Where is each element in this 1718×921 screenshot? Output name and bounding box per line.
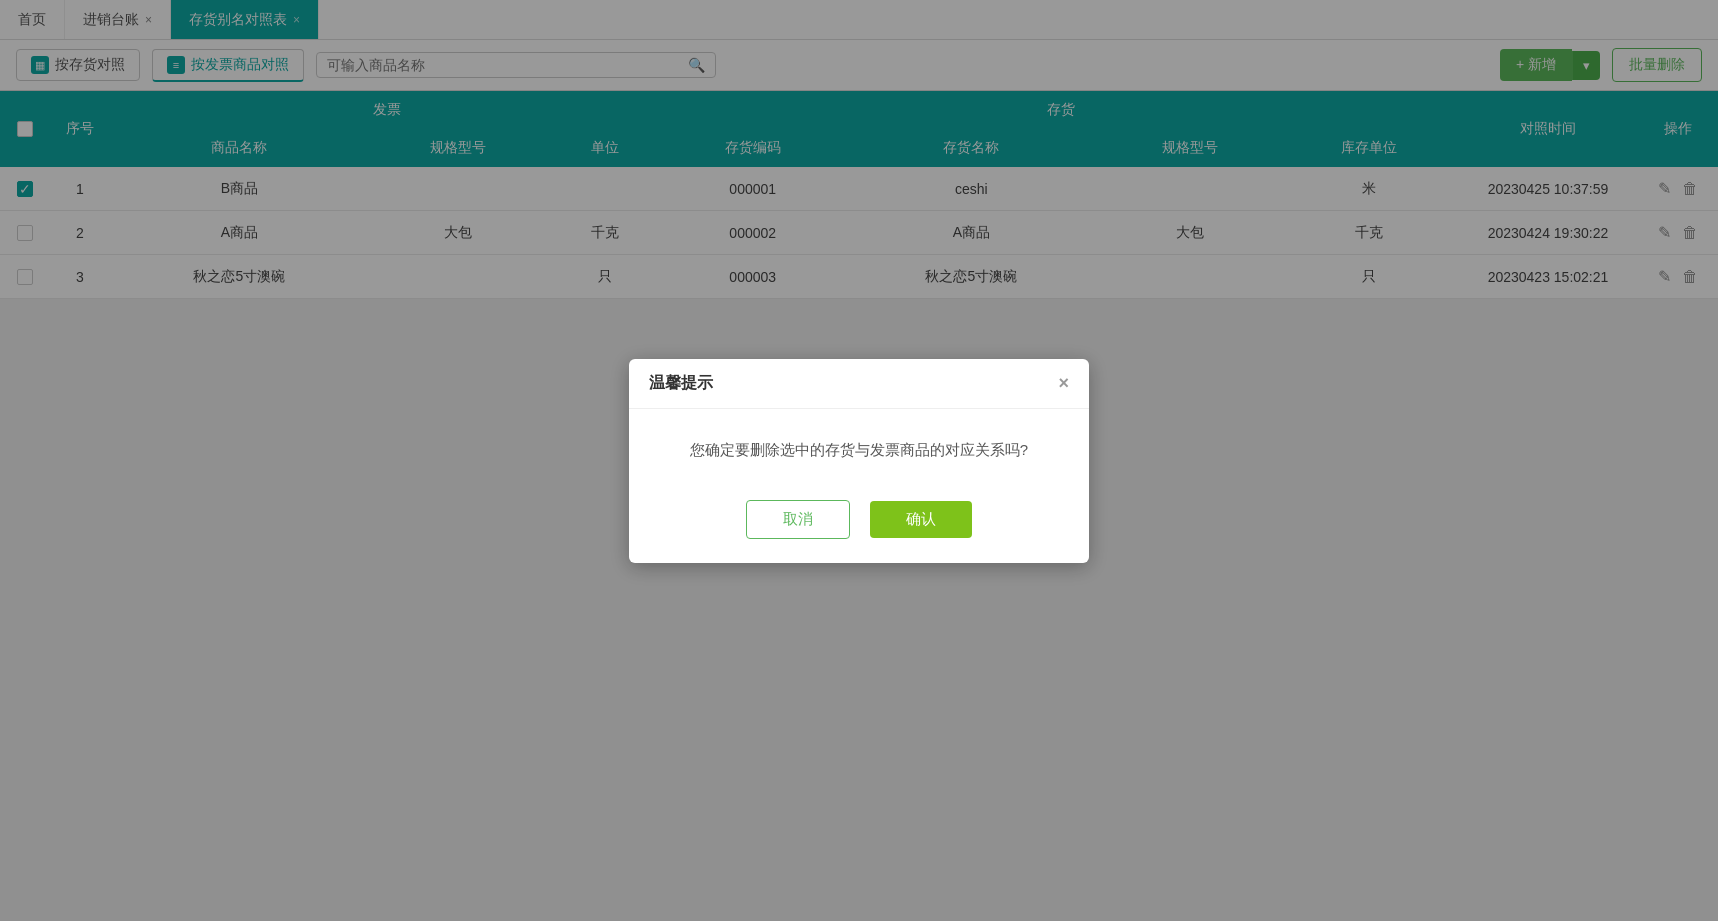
- overlay: 温馨提示 × 您确定要删除选中的存货与发票商品的对应关系吗? 取消 确认: [0, 0, 1718, 299]
